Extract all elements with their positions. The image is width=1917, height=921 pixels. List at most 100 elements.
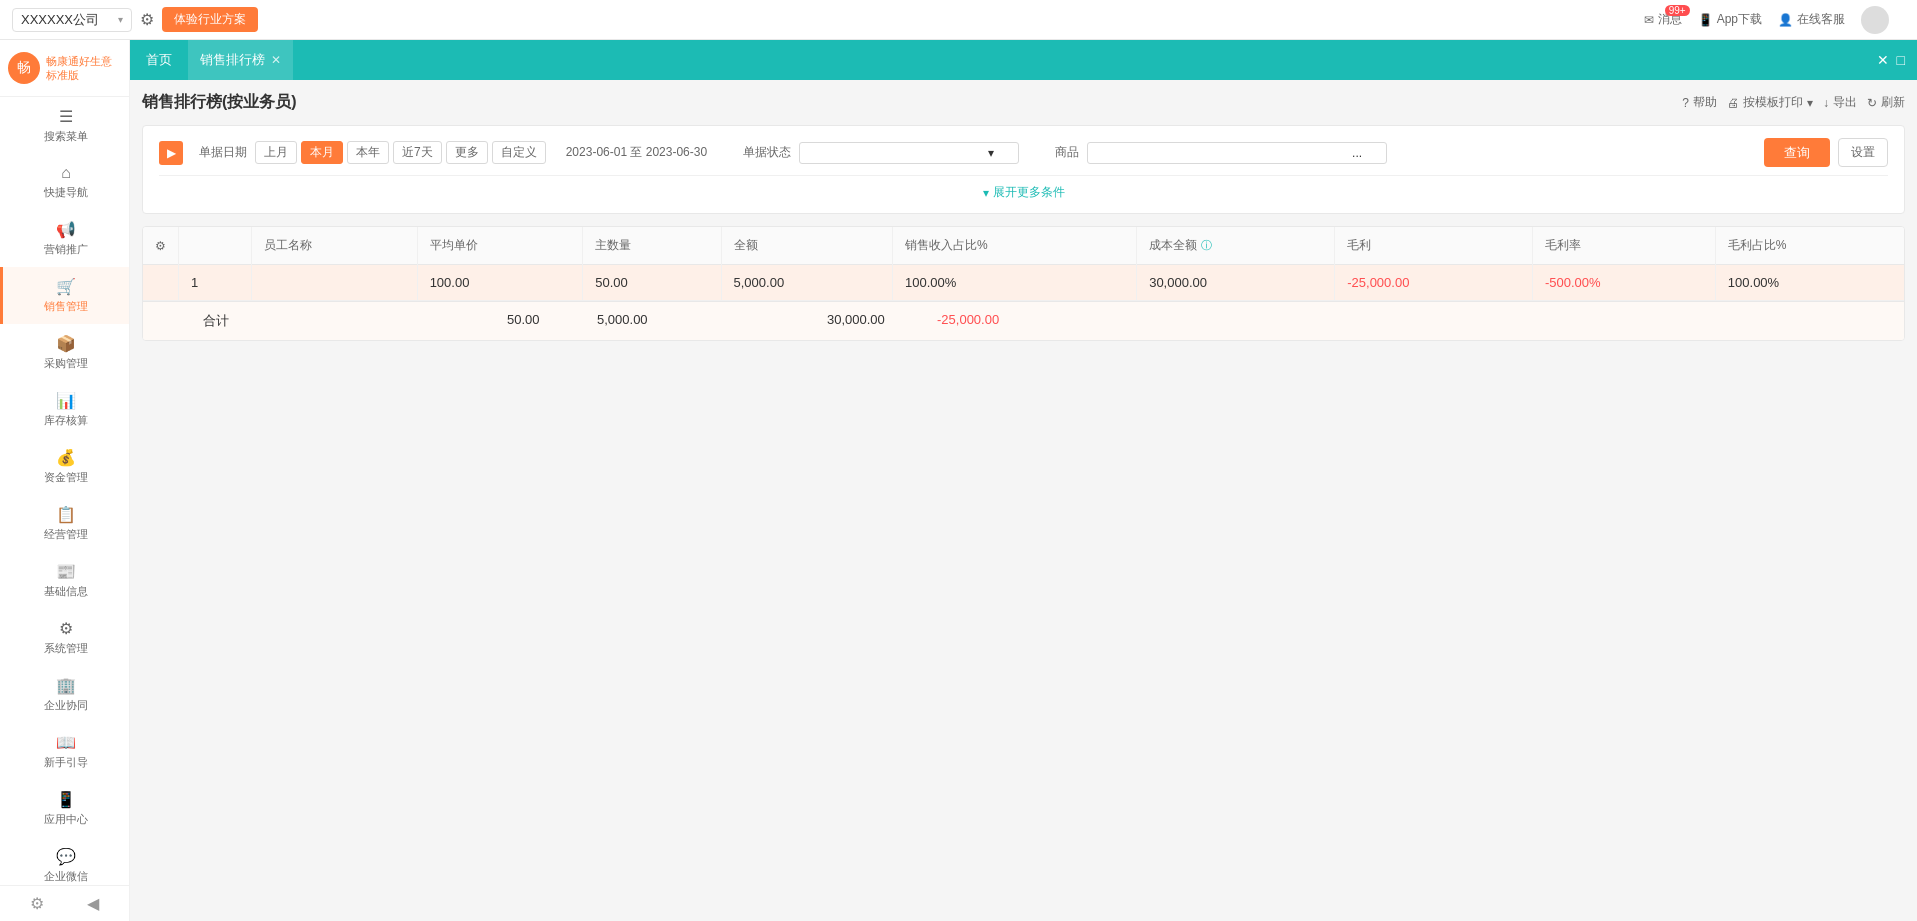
col-total: 全额 [721,227,892,265]
service-icon: 👤 [1778,13,1793,27]
sidebar-item-system[interactable]: ⚙ 系统管理 [0,609,129,666]
online-service-item[interactable]: 👤 在线客服 [1778,11,1845,28]
nav-label-search: 搜索菜单 [44,129,88,144]
footer-cost: 30,000.00 [815,312,925,330]
table-body: 1 100.00 50.00 5,000.00 100.00% 30,000.0… [143,265,1904,301]
export-button[interactable]: ↓ 导出 [1823,94,1857,111]
tab-sales-ranking[interactable]: 销售排行榜 ✕ [188,40,293,80]
footer-label: 合计 [155,312,495,330]
bottom-settings-icon[interactable]: ⚙ [30,894,44,913]
sidebar-item-inventory[interactable]: 📊 库存核算 [0,381,129,438]
marketing-icon: 📢 [56,220,76,239]
tab-bar-right: ✕ □ [1877,52,1917,68]
cell-gross-profit: -25,000.00 [1335,265,1533,301]
sidebar-item-operations[interactable]: 📋 经营管理 [0,495,129,552]
sidebar-nav: ☰ 搜索菜单 ⌂ 快捷导航 📢 营销推广 🛒 销售管理 📦 采购管理 📊 库 [0,97,129,885]
refresh-button[interactable]: ↻ 刷新 [1867,94,1905,111]
collapse-icon[interactable]: ◀ [87,894,99,913]
filter-actions: 查询 设置 [1764,138,1888,167]
window-close-icon[interactable]: ✕ [1877,52,1889,68]
nav-label-enterprise: 企业协同 [44,698,88,713]
content-area: 首页 销售排行榜 ✕ ✕ □ 销售排行榜(按业务员) ? 帮助 [130,40,1917,921]
nav-label-basic-info: 基础信息 [44,584,88,599]
window-maximize-icon[interactable]: □ [1897,52,1905,68]
current-year-btn[interactable]: 本年 [347,141,389,164]
sidebar: 畅 畅康通好生意 标准版 ☰ 搜索菜单 ⌂ 快捷导航 📢 营销推广 🛒 销售管理 [0,40,130,921]
expand-more-btn[interactable]: ▾ 展开更多条件 [159,175,1888,201]
print-template-button[interactable]: 🖨 按模板打印 ▾ [1727,94,1813,111]
logo-icon: 畅 [8,52,40,84]
message-icon: ✉ [1644,13,1654,27]
col-main-qty: 主数量 [583,227,721,265]
trial-button[interactable]: 体验行业方案 [162,7,258,32]
company-selector[interactable]: XXXXXX公司 ▾ [12,8,132,32]
query-button[interactable]: 查询 [1764,138,1830,167]
sidebar-item-quick-nav[interactable]: ⌂ 快捷导航 [0,154,129,210]
cell-avg-price: 100.00 [417,265,583,301]
col-gross-rate: 毛利率 [1532,227,1715,265]
filter-settings-button[interactable]: 设置 [1838,138,1888,167]
prev-month-btn[interactable]: 上月 [255,141,297,164]
last-7days-btn[interactable]: 近7天 [393,141,442,164]
sidebar-item-wechat[interactable]: 💬 企业微信 [0,837,129,885]
cell-total: 5,000.00 [721,265,892,301]
nav-label-marketing: 营销推广 [44,242,88,257]
expand-arrow-icon: ▾ [983,186,989,200]
status-label: 单据状态 [743,144,791,161]
sidebar-item-sales[interactable]: 🛒 销售管理 [0,267,129,324]
message-badge: 99+ [1665,5,1690,16]
system-icon: ⚙ [59,619,73,638]
cell-rank: 1 [179,265,252,301]
custom-date-btn[interactable]: 自定义 [492,141,546,164]
settings-icon[interactable]: ⚙ [140,10,154,29]
chevron-down-icon: ▾ [118,14,123,25]
sidebar-logo: 畅 畅康通好生意 标准版 [0,40,129,97]
sidebar-item-marketing[interactable]: 📢 营销推广 [0,210,129,267]
date-btn-group: 上月 本月 本年 近7天 更多 自定义 [255,141,546,164]
sidebar-item-app-center[interactable]: 📱 应用中心 [0,780,129,837]
app-download-item[interactable]: 📱 App下载 [1698,11,1762,28]
sidebar-item-enterprise[interactable]: 🏢 企业协同 [0,666,129,723]
download-icon: 📱 [1698,13,1713,27]
goods-label: 商品 [1055,144,1079,161]
sidebar-item-finance[interactable]: 💰 资金管理 [0,438,129,495]
date-label: 单据日期 [199,144,247,161]
print-chevron-icon: ▾ [1807,96,1813,110]
cell-name [252,265,418,301]
current-month-btn[interactable]: 本月 [301,141,343,164]
message-item[interactable]: ✉ 消息 99+ [1644,11,1682,28]
goods-select[interactable]: ... [1087,142,1387,164]
filter-toggle-btn[interactable]: ▶ [159,141,183,165]
footer-total: 5,000.00 [585,312,695,330]
sidebar-item-guide[interactable]: 📖 新手引导 [0,723,129,780]
sidebar-item-purchase[interactable]: 📦 采购管理 [0,324,129,381]
sales-icon: 🛒 [56,277,76,296]
goods-ellipsis: ... [1352,146,1362,160]
sidebar-item-search-order[interactable]: ☰ 搜索菜单 [0,97,129,154]
cost-info-icon: ⓘ [1201,239,1212,251]
more-date-btn[interactable]: 更多 [446,141,488,164]
col-settings[interactable]: ⚙ [143,227,179,265]
col-cost: 成本全额 ⓘ [1137,227,1335,265]
nav-label-wechat: 企业微信 [44,869,88,884]
close-tab-icon[interactable]: ✕ [271,53,281,67]
status-select[interactable]: ▾ [799,142,1019,164]
logo-text: 畅康通好生意 标准版 [46,54,112,83]
app-center-icon: 📱 [56,790,76,809]
operations-icon: 📋 [56,505,76,524]
print-label: 按模板打印 [1743,94,1803,111]
guide-icon: 📖 [56,733,76,752]
sidebar-item-basic-info[interactable]: 📰 基础信息 [0,552,129,609]
table-footer: 合计 50.00 5,000.00 30,000.00 -25,000.00 [143,301,1904,340]
avatar[interactable] [1861,6,1889,34]
print-icon: 🖨 [1727,96,1739,110]
tab-home[interactable]: 首页 [130,40,188,80]
data-table: ⚙ 员工名称 平均单价 主数量 全额 销售收入占比% 成本全额 ⓘ 毛利 毛利率 [142,226,1905,341]
cell-cost: 30,000.00 [1137,265,1335,301]
help-icon: ? [1682,96,1689,110]
help-button[interactable]: ? 帮助 [1682,94,1717,111]
basic-info-icon: 📰 [56,562,76,581]
expand-label: 展开更多条件 [993,184,1065,201]
footer-gross: -25,000.00 [925,312,1035,330]
nav-label-inventory: 库存核算 [44,413,88,428]
